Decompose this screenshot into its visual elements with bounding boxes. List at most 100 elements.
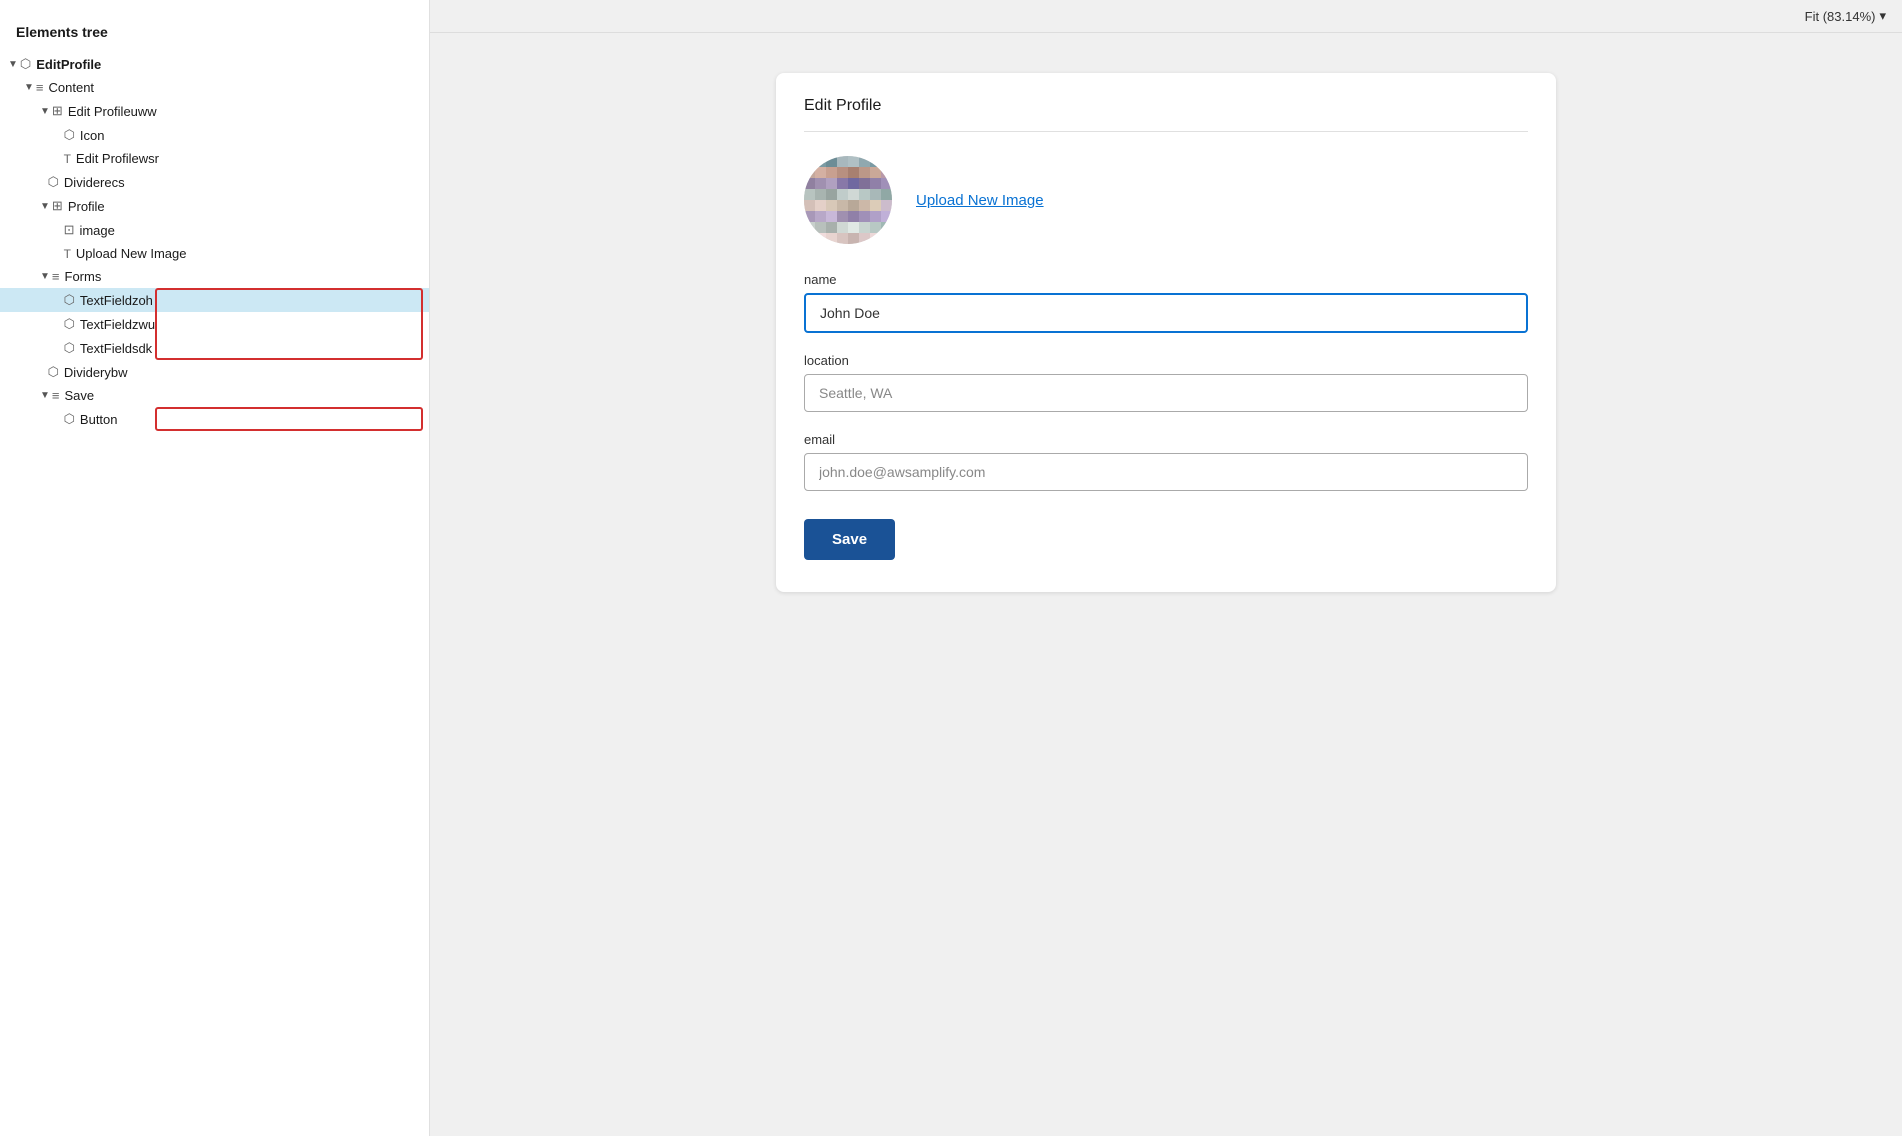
icon-image: ⊡ <box>64 222 75 238</box>
card-title: Edit Profile <box>804 97 1528 132</box>
fit-zoom-control[interactable]: Fit (83.14%) ▾ <box>1805 8 1886 24</box>
mosaic-cell-53 <box>859 222 870 233</box>
label-textfieldzwu: TextFieldzwu <box>80 317 155 332</box>
tree-item-image[interactable]: ⊡ image <box>0 218 429 242</box>
tree-item-textfieldsdk[interactable]: ⬡ TextFieldsdk <box>0 336 429 360</box>
mosaic-cell-57 <box>815 233 826 244</box>
mosaic-cell-8 <box>804 167 815 178</box>
toggle-editprofile-root[interactable]: ▼ <box>8 59 18 70</box>
label-forms: Forms <box>65 269 102 284</box>
email-field[interactable] <box>804 453 1528 491</box>
fit-zoom-label: Fit (83.14%) <box>1805 9 1876 24</box>
mosaic-cell-51 <box>837 222 848 233</box>
icon-dividerecs: ⬡ <box>48 174 59 190</box>
icon-textfieldzoh: ⬡ <box>64 292 75 308</box>
icon-textfieldsdk: ⬡ <box>64 340 75 356</box>
tree-item-edit-profileuww[interactable]: ▼⊞Edit Profileuww <box>0 99 429 123</box>
toggle-icon <box>56 130 62 141</box>
tree-item-button[interactable]: ⬡Button <box>0 407 429 431</box>
mosaic-cell-38 <box>870 200 881 211</box>
label-textfieldsdk: TextFieldsdk <box>80 341 152 356</box>
toggle-edit-profileuww[interactable]: ▼ <box>40 106 50 117</box>
mosaic-cell-23 <box>881 178 892 189</box>
icon-button: ⬡ <box>64 411 75 427</box>
mosaic-cell-10 <box>826 167 837 178</box>
mosaic-cell-59 <box>837 233 848 244</box>
mosaic-cell-21 <box>859 178 870 189</box>
mosaic-cell-3 <box>837 156 848 167</box>
mosaic-cell-50 <box>826 222 837 233</box>
mosaic-cell-16 <box>804 178 815 189</box>
mosaic-cell-9 <box>815 167 826 178</box>
mosaic-cell-15 <box>881 167 892 178</box>
label-save: Save <box>65 388 95 403</box>
label-icon: Icon <box>80 128 105 143</box>
label-dividerybw: Dividerybw <box>64 365 128 380</box>
mosaic-cell-54 <box>870 222 881 233</box>
avatar-mosaic <box>804 156 892 244</box>
form-group-email-field: email <box>804 432 1528 491</box>
tree-item-content[interactable]: ▼≡Content <box>0 76 429 99</box>
label-edit-profilewsr: Edit Profilewsr <box>76 151 159 166</box>
tree-item-dividerecs[interactable]: ⬡Dividerecs <box>0 170 429 194</box>
label-textfieldzoh: TextFieldzoh <box>80 293 153 308</box>
label-image: image <box>79 223 114 238</box>
avatar <box>804 156 892 244</box>
mosaic-cell-18 <box>826 178 837 189</box>
mosaic-cell-26 <box>826 189 837 200</box>
tree-item-edit-profilewsr[interactable]: TEdit Profilewsr <box>0 147 429 170</box>
mosaic-cell-5 <box>859 156 870 167</box>
icon-save: ≡ <box>52 388 60 403</box>
mosaic-cell-30 <box>870 189 881 200</box>
right-panel: Fit (83.14%) ▾ Edit Profile Upload New I… <box>430 0 1902 1136</box>
tree-item-textfieldzoh[interactable]: ⬡ TextFieldzoh <box>0 288 429 312</box>
mosaic-cell-62 <box>870 233 881 244</box>
mosaic-cell-60 <box>848 233 859 244</box>
tree-item-save[interactable]: ▼≡ Save <box>0 384 429 407</box>
toggle-save[interactable]: ▼ <box>40 390 50 401</box>
label-location-field: location <box>804 353 1528 368</box>
mosaic-cell-58 <box>826 233 837 244</box>
label-content: Content <box>49 80 95 95</box>
icon-upload-new-image: T <box>64 247 71 261</box>
mosaic-cell-44 <box>848 211 859 222</box>
tree-item-icon[interactable]: ⬡Icon <box>0 123 429 147</box>
mosaic-cell-28 <box>848 189 859 200</box>
mosaic-cell-33 <box>815 200 826 211</box>
toggle-button <box>56 414 62 425</box>
mosaic-cell-40 <box>804 211 815 222</box>
save-button[interactable]: Save <box>804 519 895 560</box>
mosaic-cell-19 <box>837 178 848 189</box>
mosaic-cell-29 <box>859 189 870 200</box>
tree-item-textfieldzwu[interactable]: ⬡TextFieldzwu <box>0 312 429 336</box>
location-field[interactable] <box>804 374 1528 412</box>
name-field[interactable] <box>804 293 1528 333</box>
panel-title: Elements tree <box>0 16 429 52</box>
mosaic-cell-49 <box>815 222 826 233</box>
tree-item-forms[interactable]: ▼≡Forms <box>0 265 429 288</box>
mosaic-cell-13 <box>859 167 870 178</box>
mosaic-cell-39 <box>881 200 892 211</box>
mosaic-cell-14 <box>870 167 881 178</box>
toggle-content[interactable]: ▼ <box>24 82 34 93</box>
tree-item-upload-new-image[interactable]: TUpload New Image <box>0 242 429 265</box>
label-edit-profileuww: Edit Profileuww <box>68 104 157 119</box>
mosaic-cell-43 <box>837 211 848 222</box>
tree-item-dividerybw[interactable]: ⬡Dividerybw <box>0 360 429 384</box>
elements-tree: ▼⬡EditProfile▼≡Content▼⊞Edit Profileuww … <box>0 52 429 431</box>
mosaic-cell-36 <box>848 200 859 211</box>
upload-new-image-link[interactable]: Upload New Image <box>916 192 1044 209</box>
mosaic-cell-63 <box>881 233 892 244</box>
toggle-forms[interactable]: ▼ <box>40 271 50 282</box>
mosaic-cell-45 <box>859 211 870 222</box>
tree-item-editprofile-root[interactable]: ▼⬡EditProfile <box>0 52 429 76</box>
mosaic-cell-32 <box>804 200 815 211</box>
mosaic-cell-27 <box>837 189 848 200</box>
toggle-dividerybw <box>40 367 46 378</box>
mosaic-cell-47 <box>881 211 892 222</box>
tree-item-profile[interactable]: ▼⊞Profile <box>0 194 429 218</box>
toggle-profile[interactable]: ▼ <box>40 201 50 212</box>
mosaic-cell-0 <box>804 156 815 167</box>
mosaic-cell-1 <box>815 156 826 167</box>
mosaic-cell-34 <box>826 200 837 211</box>
